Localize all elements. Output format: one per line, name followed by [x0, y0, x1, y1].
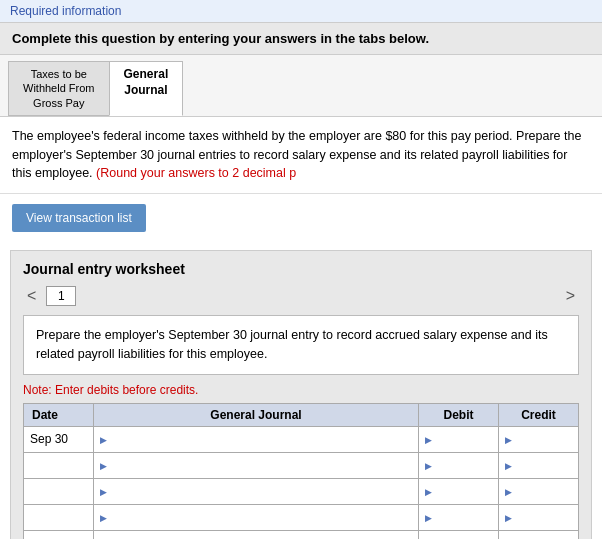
- date-cell-5: [24, 530, 94, 539]
- debit-cell-5[interactable]: [419, 530, 499, 539]
- view-transaction-btn-container: View transaction list: [12, 204, 146, 232]
- date-cell-4: [24, 504, 94, 530]
- credit-cell-2[interactable]: [499, 452, 579, 478]
- col-header-gj: General Journal: [94, 403, 419, 426]
- credit-cell-4[interactable]: [499, 504, 579, 530]
- question-text: Prepare the employer's September 30 jour…: [36, 328, 548, 361]
- debit-cell-4[interactable]: [419, 504, 499, 530]
- gj-cell-5[interactable]: [94, 530, 419, 539]
- instruction-text: Complete this question by entering your …: [0, 23, 602, 55]
- note-text: Note: Enter debits before credits.: [23, 383, 579, 397]
- tab-taxes[interactable]: Taxes to beWithheld FromGross Pay: [8, 61, 109, 116]
- description-highlight: (Round your answers to 2 decimal p: [96, 166, 296, 180]
- nav-row: < >: [23, 285, 579, 307]
- date-cell-2: [24, 452, 94, 478]
- required-info-label: Required information: [0, 0, 602, 23]
- debit-cell-1[interactable]: [419, 426, 499, 452]
- table-row: [24, 504, 579, 530]
- debit-cell-3[interactable]: [419, 478, 499, 504]
- table-row: Sep 30: [24, 426, 579, 452]
- journal-table: Date General Journal Debit Credit Sep 30: [23, 403, 579, 539]
- main-container: Required information Complete this quest…: [0, 0, 602, 539]
- credit-cell-3[interactable]: [499, 478, 579, 504]
- debit-cell-2[interactable]: [419, 452, 499, 478]
- nav-prev-button[interactable]: <: [23, 285, 40, 307]
- col-header-date: Date: [24, 403, 94, 426]
- tab-general-journal[interactable]: GeneralJournal: [109, 61, 184, 116]
- gj-cell-3[interactable]: [94, 478, 419, 504]
- col-header-credit: Credit: [499, 403, 579, 426]
- table-row: [24, 452, 579, 478]
- date-cell-1: Sep 30: [24, 426, 94, 452]
- table-row: [24, 478, 579, 504]
- page-number-input[interactable]: [46, 286, 76, 306]
- nav-next-button[interactable]: >: [562, 285, 579, 307]
- description-area: The employee's federal income taxes with…: [0, 117, 602, 194]
- date-cell-3: [24, 478, 94, 504]
- credit-cell-1[interactable]: [499, 426, 579, 452]
- question-box: Prepare the employer's September 30 jour…: [23, 315, 579, 375]
- credit-cell-5[interactable]: [499, 530, 579, 539]
- gj-cell-4[interactable]: [94, 504, 419, 530]
- table-row: [24, 530, 579, 539]
- gj-cell-1[interactable]: [94, 426, 419, 452]
- view-transaction-button[interactable]: View transaction list: [12, 204, 146, 232]
- worksheet-title: Journal entry worksheet: [23, 261, 579, 277]
- col-header-debit: Debit: [419, 403, 499, 426]
- tabs-row: Taxes to beWithheld FromGross Pay Genera…: [0, 55, 602, 117]
- gj-cell-2[interactable]: [94, 452, 419, 478]
- journal-worksheet: Journal entry worksheet < > Prepare the …: [10, 250, 592, 539]
